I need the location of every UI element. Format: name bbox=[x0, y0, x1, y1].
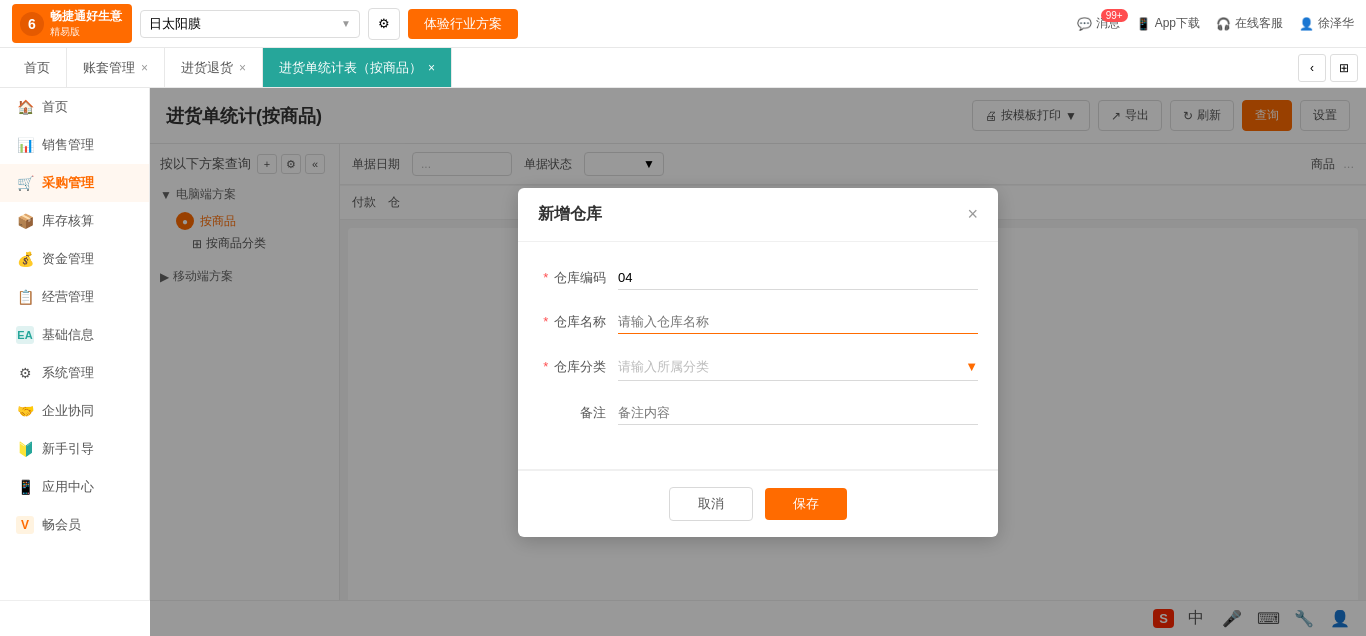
note-label: 备注 bbox=[538, 404, 618, 422]
settings-icon[interactable]: ⚙ bbox=[368, 8, 400, 40]
tab-home[interactable]: 首页 bbox=[8, 48, 67, 87]
category-chevron-icon: ▼ bbox=[965, 359, 978, 374]
sidebar-item-enterprise[interactable]: 🤝 企业协同 bbox=[0, 392, 149, 430]
content-area: 进货单统计(按商品) 🖨 按模板打印 ▼ ↗ 导出 ↻ 刷新 查询 bbox=[150, 88, 1366, 636]
inventory-icon: 📦 bbox=[16, 212, 34, 230]
name-input[interactable] bbox=[618, 310, 978, 334]
tab-prev-button[interactable]: ‹ bbox=[1298, 54, 1326, 82]
trial-button[interactable]: 体验行业方案 bbox=[408, 9, 518, 39]
name-label: * 仓库名称 bbox=[538, 313, 618, 331]
tab-bar: 首页 账套管理 × 进货退货 × 进货单统计表（按商品） × ‹ ⊞ bbox=[0, 48, 1366, 88]
tab-controls: ‹ ⊞ bbox=[1298, 54, 1358, 82]
enterprise-icon: 🤝 bbox=[16, 402, 34, 420]
sidebar: 🏠 首页 📊 销售管理 🛒 采购管理 📦 库存核算 💰 资金管理 📋 经营管理 … bbox=[0, 88, 150, 636]
modal-title: 新增仓库 bbox=[538, 204, 602, 225]
headset-icon: 🎧 bbox=[1216, 17, 1231, 31]
tab-purchase-return[interactable]: 进货退货 × bbox=[165, 48, 263, 87]
system-icon: ⚙ bbox=[16, 364, 34, 382]
tab-expand-button[interactable]: ⊞ bbox=[1330, 54, 1358, 82]
tab-account[interactable]: 账套管理 × bbox=[67, 48, 165, 87]
app-icon: 📱 bbox=[16, 478, 34, 496]
top-bar: 6 畅捷通好生意 精易版 日太阳膜 ▼ ⚙ 体验行业方案 💬 消息 99+ 📱 … bbox=[0, 0, 1366, 48]
sidebar-item-member[interactable]: V 畅会员 bbox=[0, 506, 149, 544]
purchase-icon: 🛒 bbox=[16, 174, 34, 192]
logo-area: 6 畅捷通好生意 精易版 bbox=[12, 4, 132, 43]
code-label: * 仓库编码 bbox=[538, 269, 618, 287]
logo-text: 畅捷通好生意 精易版 bbox=[50, 8, 122, 39]
modal-header: 新增仓库 × bbox=[518, 188, 998, 242]
modal-close-button[interactable]: × bbox=[967, 204, 978, 225]
sidebar-item-finance[interactable]: 💰 资金管理 bbox=[0, 240, 149, 278]
finance-icon: 💰 bbox=[16, 250, 34, 268]
modal-overlay: 新增仓库 × * 仓库编码 * bbox=[150, 88, 1366, 636]
user-icon: 👤 bbox=[1299, 17, 1314, 31]
cancel-button[interactable]: 取消 bbox=[669, 487, 753, 521]
member-icon: V bbox=[16, 516, 34, 534]
sidebar-item-operations[interactable]: 📋 经营管理 bbox=[0, 278, 149, 316]
tab-close-purchase-stats[interactable]: × bbox=[428, 61, 435, 75]
form-row-note: 备注 bbox=[538, 401, 978, 425]
tab-close-purchase-return[interactable]: × bbox=[239, 61, 246, 75]
modal-body: * 仓库编码 * 仓库名称 bbox=[518, 242, 998, 469]
phone-icon: 📱 bbox=[1136, 17, 1151, 31]
chevron-down-icon: ▼ bbox=[341, 18, 351, 29]
main-layout: 🏠 首页 📊 销售管理 🛒 采购管理 📦 库存核算 💰 资金管理 📋 经营管理 … bbox=[0, 88, 1366, 636]
form-row-code: * 仓库编码 bbox=[538, 266, 978, 290]
message-icon: 💬 bbox=[1077, 17, 1092, 31]
category-label: * 仓库分类 bbox=[538, 358, 618, 376]
modal-footer: 取消 保存 bbox=[518, 470, 998, 537]
sidebar-item-inventory[interactable]: 📦 库存核算 bbox=[0, 202, 149, 240]
sidebar-item-sales[interactable]: 📊 销售管理 bbox=[0, 126, 149, 164]
user-menu[interactable]: 👤 徐泽华 bbox=[1299, 15, 1354, 32]
tab-purchase-stats[interactable]: 进货单统计表（按商品） × bbox=[263, 48, 452, 87]
note-input[interactable] bbox=[618, 401, 978, 425]
sidebar-item-purchase[interactable]: 🛒 采购管理 bbox=[0, 164, 149, 202]
app-download-button[interactable]: 📱 App下载 bbox=[1136, 15, 1200, 32]
sidebar-item-app[interactable]: 📱 应用中心 bbox=[0, 468, 149, 506]
store-selector[interactable]: 日太阳膜 ▼ bbox=[140, 10, 360, 38]
add-warehouse-modal: 新增仓库 × * 仓库编码 * bbox=[518, 188, 998, 537]
home-icon: 🏠 bbox=[16, 98, 34, 116]
category-select[interactable]: 请输入所属分类 ▼ bbox=[618, 354, 978, 381]
message-button[interactable]: 💬 消息 99+ bbox=[1077, 15, 1120, 32]
code-input[interactable] bbox=[618, 266, 978, 290]
online-service-button[interactable]: 🎧 在线客服 bbox=[1216, 15, 1283, 32]
logo-icon: 6 bbox=[20, 12, 44, 36]
basic-info-icon: EA bbox=[16, 326, 34, 344]
sidebar-item-basic-info[interactable]: EA 基础信息 bbox=[0, 316, 149, 354]
sidebar-item-guide[interactable]: 🔰 新手引导 bbox=[0, 430, 149, 468]
save-button[interactable]: 保存 bbox=[765, 488, 847, 520]
sidebar-item-system[interactable]: ⚙ 系统管理 bbox=[0, 354, 149, 392]
top-right-actions: 💬 消息 99+ 📱 App下载 🎧 在线客服 👤 徐泽华 bbox=[1077, 15, 1354, 32]
sidebar-item-home[interactable]: 🏠 首页 bbox=[0, 88, 149, 126]
operations-icon: 📋 bbox=[16, 288, 34, 306]
guide-icon: 🔰 bbox=[16, 440, 34, 458]
form-row-name: * 仓库名称 bbox=[538, 310, 978, 334]
tab-close-account[interactable]: × bbox=[141, 61, 148, 75]
form-row-category: * 仓库分类 请输入所属分类 ▼ bbox=[538, 354, 978, 381]
sales-icon: 📊 bbox=[16, 136, 34, 154]
